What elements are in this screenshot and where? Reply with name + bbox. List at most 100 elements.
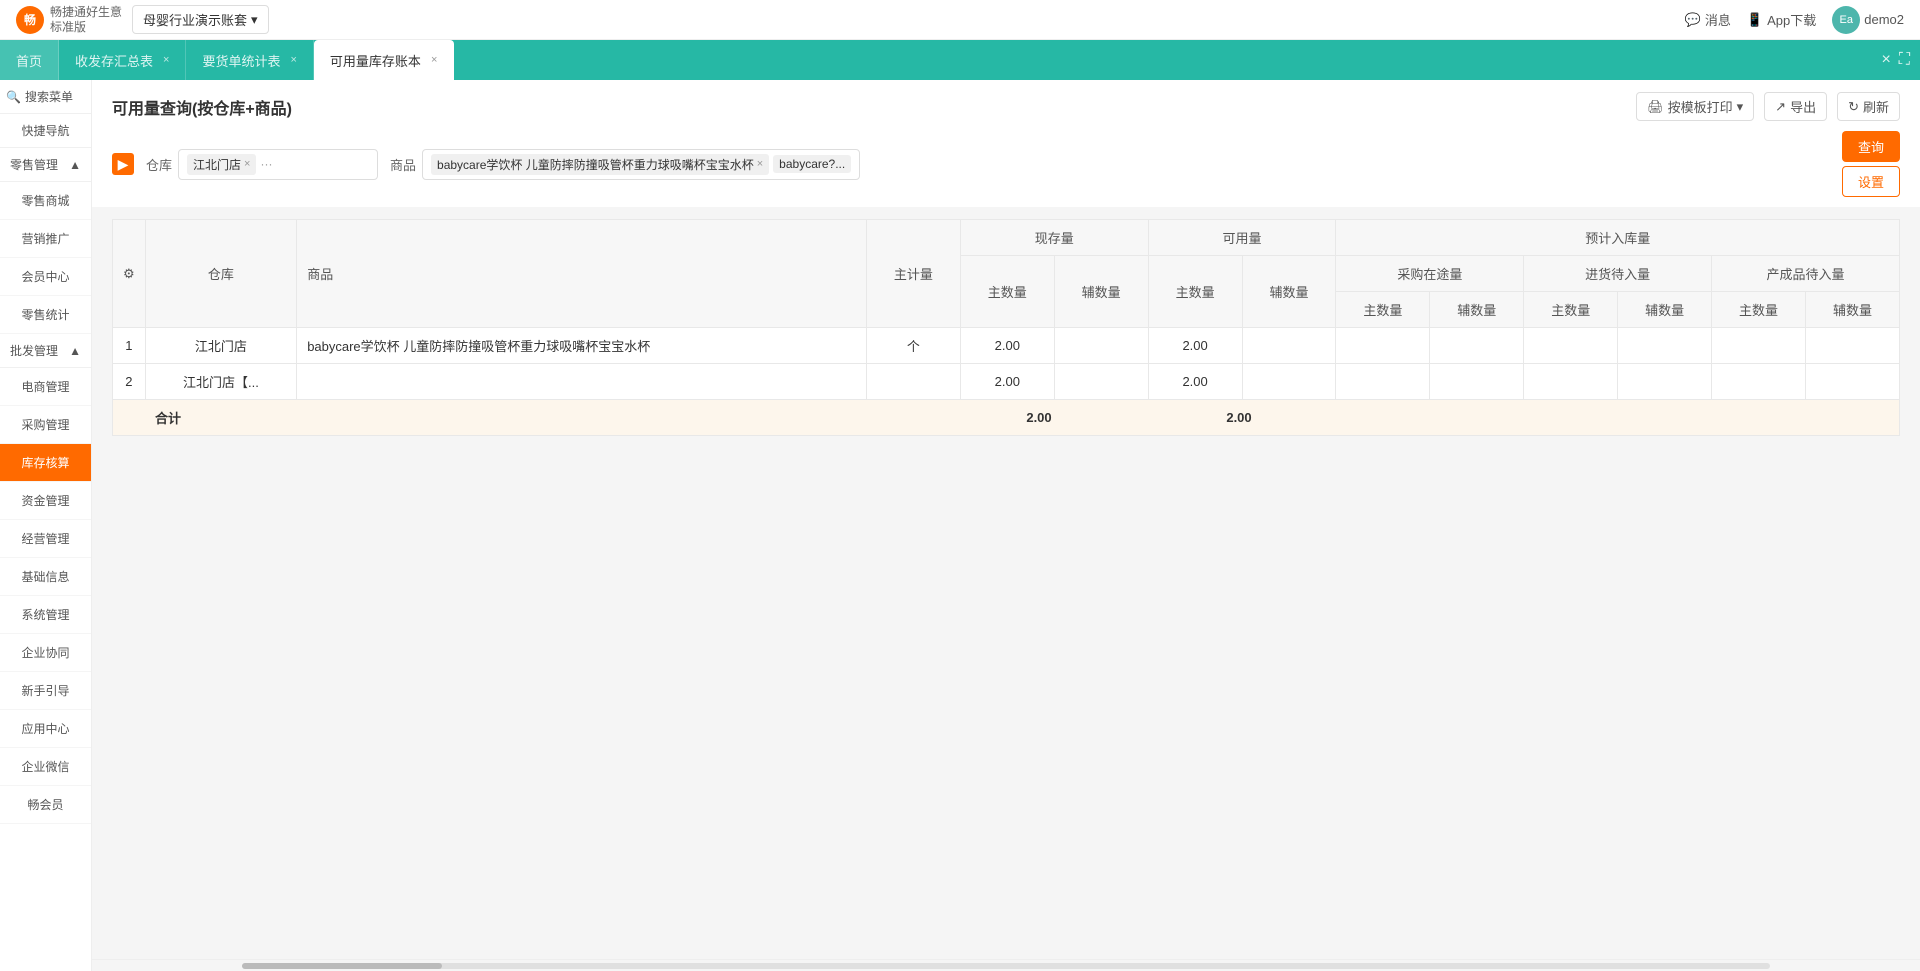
table-footer: 合计 2.00 2.00 <box>112 400 1900 436</box>
filter-bar: ▶ 仓库 江北门店 × ··· 商品 babycare学饮杯 儿童防摔防撞吸管杯… <box>92 121 1920 207</box>
sidebar-item-enterprise-collab[interactable]: 企业协同 <box>0 634 91 672</box>
sidebar-item-wechat[interactable]: 企业微信 <box>0 748 91 786</box>
template-selector[interactable]: 母婴行业演示账套 ▾ <box>132 5 269 34</box>
product-tag-1: babycare学饮杯 儿童防摔防撞吸管杯重力球吸嘴杯宝宝水杯 × <box>431 154 769 175</box>
tab-available-inventory[interactable]: 可用量库存账本 × <box>314 40 454 80</box>
incoming-aux-header: 辅数量 <box>1618 292 1712 328</box>
refresh-button[interactable]: ↻ 刷新 <box>1837 92 1900 121</box>
scrollbar-thumb[interactable] <box>242 963 442 969</box>
sidebar-item-retail-mall[interactable]: 零售商城 <box>0 182 91 220</box>
warehouse-col-header: 仓库 <box>145 220 297 328</box>
sidebar-item-wholesale-mgmt[interactable]: 批发管理 ▲ <box>0 334 91 368</box>
page-header: 可用量查询(按仓库+商品) 🖨 按模板打印 ▾ ↗ 导出 ↻ 刷新 <box>92 80 1920 121</box>
close-all-tabs-icon[interactable]: × <box>1881 51 1890 69</box>
production-aux-header: 辅数量 <box>1805 292 1899 328</box>
product-input[interactable]: babycare学饮杯 儿童防摔防撞吸管杯重力球吸嘴杯宝宝水杯 × babyca… <box>422 149 860 180</box>
production-aux-cell <box>1805 364 1899 400</box>
seq-cell: 1 <box>113 328 146 364</box>
incoming-main-cell <box>1524 364 1618 400</box>
sidebar-search[interactable]: 🔍 搜索菜单 <box>0 80 91 114</box>
setting-button[interactable]: 设置 <box>1842 166 1900 197</box>
incoming-main-header: 主数量 <box>1524 292 1618 328</box>
query-button[interactable]: 查询 <box>1842 131 1900 162</box>
sidebar-item-marketing[interactable]: 营销推广 <box>0 220 91 258</box>
sidebar-item-system[interactable]: 系统管理 <box>0 596 91 634</box>
user-area[interactable]: Ea demo2 <box>1832 6 1904 34</box>
purchase-main-cell <box>1336 364 1430 400</box>
sidebar-item-ecommerce[interactable]: 电商管理 <box>0 368 91 406</box>
stock-main-cell: 2.00 <box>960 364 1054 400</box>
tab-home[interactable]: 首页 <box>0 40 59 80</box>
sidebar-item-app-center[interactable]: 应用中心 <box>0 710 91 748</box>
available-group-header: 可用量 <box>1148 220 1336 256</box>
stock-aux-cell <box>1054 328 1148 364</box>
tag-close-icon[interactable]: × <box>244 158 250 170</box>
sidebar-item-finance[interactable]: 资金管理 <box>0 482 91 520</box>
purchase-main-cell <box>1336 328 1430 364</box>
forecast-group-header: 预计入库量 <box>1336 220 1900 256</box>
sidebar-item-basic-info[interactable]: 基础信息 <box>0 558 91 596</box>
tag-close-icon[interactable]: × <box>757 158 763 170</box>
incoming-aux-cell <box>1618 364 1712 400</box>
table-wrapper: ⚙ 仓库 商品 主计量 现存量 可用量 预计入库量 主数量 辅数量 主数量 辅数… <box>92 207 1920 959</box>
download-icon: 📱 <box>1747 12 1763 28</box>
tab-order-stats[interactable]: 要货单统计表 × <box>186 40 313 80</box>
production-main-cell <box>1712 328 1806 364</box>
avail-aux-header: 辅数量 <box>1242 256 1336 328</box>
sidebar-item-operations[interactable]: 经营管理 <box>0 520 91 558</box>
warehouse-cell: 江北门店 <box>145 328 297 364</box>
avail-aux-cell <box>1242 328 1336 364</box>
logo-icon: 畅 <box>16 6 44 34</box>
export-button[interactable]: ↗ 导出 <box>1764 92 1827 121</box>
product-cell <box>297 364 867 400</box>
sidebar: 🔍 搜索菜单 快捷导航 零售管理 ▲ 零售商城 营销推广 会员中心 零售统计 批… <box>0 80 92 971</box>
incoming-main-cell <box>1524 328 1618 364</box>
more-icon: ··· <box>260 157 272 171</box>
filter-toggle-button[interactable]: ▶ <box>112 153 134 175</box>
purchase-aux-cell <box>1430 364 1524 400</box>
sidebar-item-member[interactable]: 畅会员 <box>0 786 91 824</box>
print-button[interactable]: 🖨 按模板打印 ▾ <box>1636 92 1754 121</box>
table-row: 1 江北门店 babycare学饮杯 儿童防摔防撞吸管杯重力球吸嘴杯宝宝水杯 个… <box>113 328 1900 364</box>
tab-receive-summary[interactable]: 收发存汇总表 × <box>59 40 186 80</box>
sidebar-item-quick-nav[interactable]: 快捷导航 <box>0 114 91 148</box>
unit-cell <box>866 364 960 400</box>
sidebar-item-retail-mgmt[interactable]: 零售管理 ▲ <box>0 148 91 182</box>
sidebar-item-purchase[interactable]: 采购管理 <box>0 406 91 444</box>
arrow-icon: ▲ <box>69 344 81 358</box>
stock-aux-cell <box>1054 364 1148 400</box>
query-actions: 查询 设置 <box>1842 131 1900 197</box>
message-icon: 💬 <box>1685 12 1701 28</box>
stock-main-cell: 2.00 <box>960 328 1054 364</box>
purchase-aux-cell <box>1430 328 1524 364</box>
app-download-button[interactable]: 📱 App下载 <box>1747 10 1816 29</box>
top-bar-left: 畅 畅捷通好生意 标准版 母婴行业演示账套 ▾ <box>16 5 269 34</box>
export-icon: ↗ <box>1775 99 1786 115</box>
content-area: 可用量查询(按仓库+商品) 🖨 按模板打印 ▾ ↗ 导出 ↻ 刷新 <box>92 80 1920 971</box>
warehouse-input[interactable]: 江北门店 × ··· <box>178 149 378 180</box>
avail-aux-cell <box>1242 364 1336 400</box>
sidebar-item-inventory[interactable]: 库存核算 <box>0 444 91 482</box>
tab-controls: × ⛶ <box>1871 40 1920 80</box>
top-bar: 畅 畅捷通好生意 标准版 母婴行业演示账套 ▾ 💬 消息 📱 App下载 Ea … <box>0 0 1920 40</box>
production-main-header: 主数量 <box>1712 292 1806 328</box>
production-main-cell <box>1712 364 1806 400</box>
top-bar-right: 💬 消息 📱 App下载 Ea demo2 <box>1685 6 1904 34</box>
product-cell: babycare学饮杯 儿童防摔防撞吸管杯重力球吸嘴杯宝宝水杯 <box>297 328 867 364</box>
sidebar-item-newbie[interactable]: 新手引导 <box>0 672 91 710</box>
tab-close-icon[interactable]: × <box>290 54 296 66</box>
page-title: 可用量查询(按仓库+商品) <box>112 95 292 119</box>
message-button[interactable]: 💬 消息 <box>1685 10 1731 29</box>
sidebar-item-member-center[interactable]: 会员中心 <box>0 258 91 296</box>
seq-cell: 2 <box>113 364 146 400</box>
fullscreen-icon[interactable]: ⛶ <box>1899 51 1910 69</box>
column-settings-icon[interactable]: ⚙ <box>123 266 135 281</box>
tab-close-icon[interactable]: × <box>431 54 437 66</box>
sidebar-item-retail-stats[interactable]: 零售统计 <box>0 296 91 334</box>
production-subgroup-header: 产成品待入量 <box>1712 256 1900 292</box>
tab-close-icon[interactable]: × <box>163 54 169 66</box>
avail-main-header: 主数量 <box>1148 256 1242 328</box>
horizontal-scrollbar[interactable] <box>242 963 1770 969</box>
incoming-aux-cell <box>1618 328 1712 364</box>
settings-col-header: ⚙ <box>113 220 146 328</box>
